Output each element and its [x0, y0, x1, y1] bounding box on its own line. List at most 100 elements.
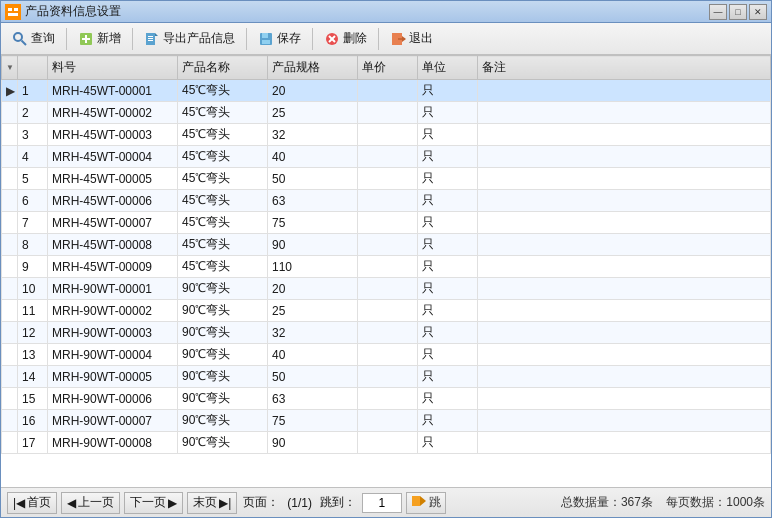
svg-marker-24	[420, 496, 426, 506]
row-indicator	[2, 410, 18, 432]
table-row[interactable]: 7MRH-45WT-0000745℃弯头75只	[2, 212, 771, 234]
row-note	[478, 432, 771, 454]
row-name: 90℃弯头	[178, 366, 268, 388]
add-button[interactable]: 新增	[71, 26, 128, 52]
row-code: MRH-45WT-00005	[48, 168, 178, 190]
row-num: 12	[18, 322, 48, 344]
row-num: 9	[18, 256, 48, 278]
last-page-button[interactable]: 末页 ▶|	[187, 492, 237, 514]
table-row[interactable]: 12MRH-90WT-0000390℃弯头32只	[2, 322, 771, 344]
row-indicator	[2, 234, 18, 256]
row-code: MRH-45WT-00007	[48, 212, 178, 234]
row-unit: 只	[418, 102, 478, 124]
table-row[interactable]: 11MRH-90WT-0000290℃弯头25只	[2, 300, 771, 322]
delete-icon	[324, 31, 340, 47]
row-num: 3	[18, 124, 48, 146]
toolbar-sep-1	[66, 28, 67, 50]
last-page-icon: ▶|	[219, 496, 231, 510]
col-header-price[interactable]: 单价	[358, 56, 418, 80]
jump-button[interactable]: 跳	[406, 492, 446, 514]
row-indicator	[2, 256, 18, 278]
row-code: MRH-90WT-00007	[48, 410, 178, 432]
table-row[interactable]: 17MRH-90WT-0000890℃弯头90只	[2, 432, 771, 454]
table-row[interactable]: 3MRH-45WT-0000345℃弯头32只	[2, 124, 771, 146]
data-table: ▼ 料号 产品名称 产品规格	[1, 55, 771, 454]
row-spec: 50	[268, 366, 358, 388]
row-price	[358, 410, 418, 432]
table-row[interactable]: 9MRH-45WT-0000945℃弯头110只	[2, 256, 771, 278]
query-button[interactable]: 查询	[5, 26, 62, 52]
row-price	[358, 366, 418, 388]
footer-stats: 总数据量：367条 每页数据：1000条	[561, 494, 765, 511]
row-note	[478, 366, 771, 388]
col-header-code[interactable]: 料号	[48, 56, 178, 80]
table-row[interactable]: 15MRH-90WT-0000690℃弯头63只	[2, 388, 771, 410]
minimize-button[interactable]: —	[709, 4, 727, 20]
row-note	[478, 344, 771, 366]
col-header-indicator[interactable]: ▼	[2, 56, 18, 80]
table-row[interactable]: 13MRH-90WT-0000490℃弯头40只	[2, 344, 771, 366]
row-indicator	[2, 300, 18, 322]
row-price	[358, 300, 418, 322]
row-unit: 只	[418, 388, 478, 410]
row-spec: 50	[268, 168, 358, 190]
table-row[interactable]: 8MRH-45WT-0000845℃弯头90只	[2, 234, 771, 256]
row-num: 10	[18, 278, 48, 300]
row-spec: 90	[268, 432, 358, 454]
col-header-name[interactable]: 产品名称	[178, 56, 268, 80]
jump-input[interactable]	[362, 493, 402, 513]
exit-button[interactable]: 退出	[383, 26, 440, 52]
row-spec: 25	[268, 102, 358, 124]
row-price	[358, 432, 418, 454]
row-indicator	[2, 102, 18, 124]
first-page-button[interactable]: |◀ 首页	[7, 492, 57, 514]
col-header-note[interactable]: 备注	[478, 56, 771, 80]
col-header-num[interactable]	[18, 56, 48, 80]
table-row[interactable]: 2MRH-45WT-0000245℃弯头25只	[2, 102, 771, 124]
table-wrapper[interactable]: ▼ 料号 产品名称 产品规格	[1, 55, 771, 487]
table-row[interactable]: 4MRH-45WT-0000445℃弯头40只	[2, 146, 771, 168]
row-name: 90℃弯头	[178, 278, 268, 300]
row-spec: 20	[268, 278, 358, 300]
table-row[interactable]: 5MRH-45WT-0000545℃弯头50只	[2, 168, 771, 190]
delete-button[interactable]: 删除	[317, 26, 374, 52]
jump-label: 跳到：	[320, 494, 356, 511]
row-note	[478, 168, 771, 190]
row-name: 45℃弯头	[178, 190, 268, 212]
table-row[interactable]: 16MRH-90WT-0000790℃弯头75只	[2, 410, 771, 432]
row-note	[478, 102, 771, 124]
svg-rect-23	[412, 496, 420, 506]
titlebar-left: 产品资料信息设置	[5, 3, 121, 20]
row-spec: 40	[268, 146, 358, 168]
save-button[interactable]: 保存	[251, 26, 308, 52]
row-price	[358, 102, 418, 124]
row-unit: 只	[418, 234, 478, 256]
table-row[interactable]: ▶1MRH-45WT-0000145℃弯头20只	[2, 80, 771, 102]
next-page-button[interactable]: 下一页 ▶	[124, 492, 183, 514]
row-price	[358, 344, 418, 366]
row-note	[478, 190, 771, 212]
table-row[interactable]: 14MRH-90WT-0000590℃弯头50只	[2, 366, 771, 388]
col-header-unit[interactable]: 单位	[418, 56, 478, 80]
row-note	[478, 234, 771, 256]
col-header-spec[interactable]: 产品规格	[268, 56, 358, 80]
row-code: MRH-45WT-00004	[48, 146, 178, 168]
footer: |◀ 首页 ◀ 上一页 下一页 ▶ 末页 ▶| 页面： (1/1) 跳到： 跳	[1, 487, 771, 517]
next-page-icon: ▶	[168, 496, 177, 510]
close-button[interactable]: ✕	[749, 4, 767, 20]
first-page-label: 首页	[27, 494, 51, 511]
row-price	[358, 256, 418, 278]
row-name: 90℃弯头	[178, 410, 268, 432]
table-row[interactable]: 10MRH-90WT-0000190℃弯头20只	[2, 278, 771, 300]
row-indicator	[2, 146, 18, 168]
row-note	[478, 146, 771, 168]
export-icon	[144, 31, 160, 47]
prev-page-button[interactable]: ◀ 上一页	[61, 492, 120, 514]
maximize-button[interactable]: □	[729, 4, 747, 20]
export-button[interactable]: 导出产品信息	[137, 26, 242, 52]
prev-page-icon: ◀	[67, 496, 76, 510]
row-num: 2	[18, 102, 48, 124]
table-row[interactable]: 6MRH-45WT-0000645℃弯头63只	[2, 190, 771, 212]
row-unit: 只	[418, 212, 478, 234]
add-label: 新增	[97, 30, 121, 47]
